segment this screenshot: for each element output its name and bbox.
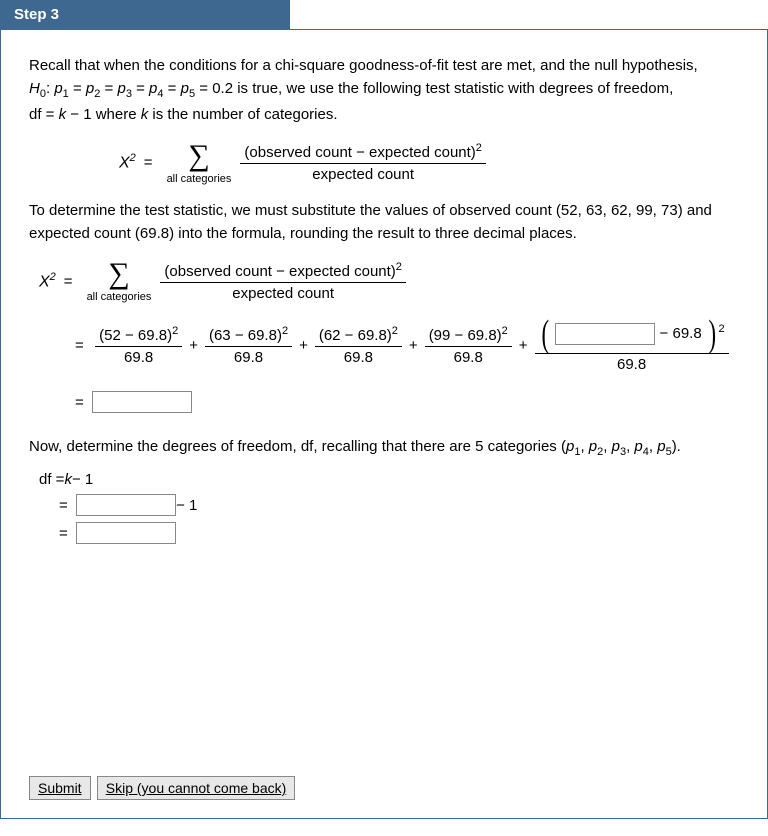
val02: = 0.2 is true, we use the following test… bbox=[195, 80, 673, 97]
plus2: + bbox=[299, 337, 308, 354]
term4: (99 − 69.8)2 69.8 bbox=[425, 325, 512, 366]
observed-5-input[interactable] bbox=[555, 323, 655, 345]
df-row2: = − 1 bbox=[59, 494, 739, 516]
chi-result-input[interactable] bbox=[92, 391, 192, 413]
t5-minus: − 69.8 bbox=[660, 325, 702, 342]
p5: p bbox=[181, 80, 189, 97]
step-header: Step 3 bbox=[0, 0, 290, 29]
df-txt: df = bbox=[29, 106, 59, 123]
df-eq1: = bbox=[59, 497, 68, 514]
h0-sym: H bbox=[29, 80, 40, 97]
step-label: Step 3 bbox=[14, 6, 59, 23]
m1: − 1 where bbox=[66, 106, 141, 123]
rparen-icon: ) bbox=[708, 317, 716, 351]
chi-calc-block: X2 = ∑ all categories (observed count − … bbox=[39, 259, 739, 413]
mid-para: To determine the test statistic, we must… bbox=[29, 199, 739, 246]
button-row: Submit Skip (you cannot come back) bbox=[29, 776, 297, 800]
chi-formula-display: X2 = ∑ all categories (observed count − … bbox=[119, 141, 739, 185]
df-eq2: = bbox=[59, 525, 68, 542]
df-intro-a: Now, determine the degrees of freedom, d… bbox=[29, 438, 566, 455]
eq4: = bbox=[75, 394, 84, 411]
p2s: 2 bbox=[94, 88, 100, 100]
plus4: + bbox=[519, 337, 528, 354]
sigma2: ∑ all categories bbox=[87, 259, 152, 303]
df-l1a: df = bbox=[39, 471, 64, 488]
df-k: k bbox=[64, 471, 72, 488]
mid-l1: To determine the test statistic, we must… bbox=[29, 202, 712, 219]
eq2: = bbox=[64, 273, 73, 290]
substitution-row: = (52 − 69.8)2 69.8 + (63 − 69.8)2 69.8 … bbox=[75, 317, 739, 373]
lparen-icon: ( bbox=[541, 317, 549, 351]
eq-sym: = bbox=[144, 154, 153, 171]
df-intro: Now, determine the degrees of freedom, d… bbox=[29, 435, 739, 461]
p4s: 4 bbox=[157, 88, 163, 100]
sigma-icon: ∑ bbox=[188, 141, 209, 171]
plus1: + bbox=[189, 337, 198, 354]
intro-para: Recall that when the conditions for a ch… bbox=[29, 54, 739, 127]
chi-frac2: (observed count − expected count)2 expec… bbox=[160, 261, 406, 302]
p1s: 1 bbox=[63, 88, 69, 100]
df-k-input[interactable] bbox=[76, 494, 176, 516]
chi-sym: X2 bbox=[119, 152, 136, 172]
term5: ( − 69.8 )2 69.8 bbox=[535, 317, 729, 373]
p2: p bbox=[86, 80, 94, 97]
mid-l2: expected count (69.8) into the formula, … bbox=[29, 225, 577, 242]
eq3: = bbox=[75, 337, 84, 354]
sigma-label2: all categories bbox=[87, 292, 152, 303]
plus3: + bbox=[409, 337, 418, 354]
content-panel: Recall that when the conditions for a ch… bbox=[0, 29, 768, 819]
sigma-icon2: ∑ bbox=[108, 259, 129, 289]
k1: k bbox=[59, 106, 67, 123]
l3e: is the number of categories. bbox=[148, 106, 337, 123]
sigma-label: all categories bbox=[167, 174, 232, 185]
term3: (62 − 69.8)2 69.8 bbox=[315, 325, 402, 366]
p1: p bbox=[54, 80, 62, 97]
df-m1: − 1 bbox=[176, 497, 197, 514]
p3s: 3 bbox=[126, 88, 132, 100]
term2: (63 − 69.8)2 69.8 bbox=[205, 325, 292, 366]
submit-button[interactable]: Submit bbox=[29, 776, 91, 800]
df-row1: df = k − 1 bbox=[39, 471, 739, 488]
chi-sym2: X2 bbox=[39, 271, 56, 291]
sigma-block: ∑ all categories bbox=[167, 141, 232, 185]
p3: p bbox=[117, 80, 125, 97]
result-row: = bbox=[75, 391, 739, 413]
df-row3: = bbox=[59, 522, 739, 544]
skip-button[interactable]: Skip (you cannot come back) bbox=[97, 776, 296, 800]
df-l1b: − 1 bbox=[72, 471, 93, 488]
df-result-input[interactable] bbox=[76, 522, 176, 544]
df-calc: df = k − 1 = − 1 = bbox=[39, 471, 739, 544]
chi-fraction: (observed count − expected count)2 expec… bbox=[240, 142, 486, 183]
df-intro-b: ). bbox=[672, 438, 681, 455]
intro-line1: Recall that when the conditions for a ch… bbox=[29, 57, 698, 74]
term1: (52 − 69.8)2 69.8 bbox=[95, 325, 182, 366]
